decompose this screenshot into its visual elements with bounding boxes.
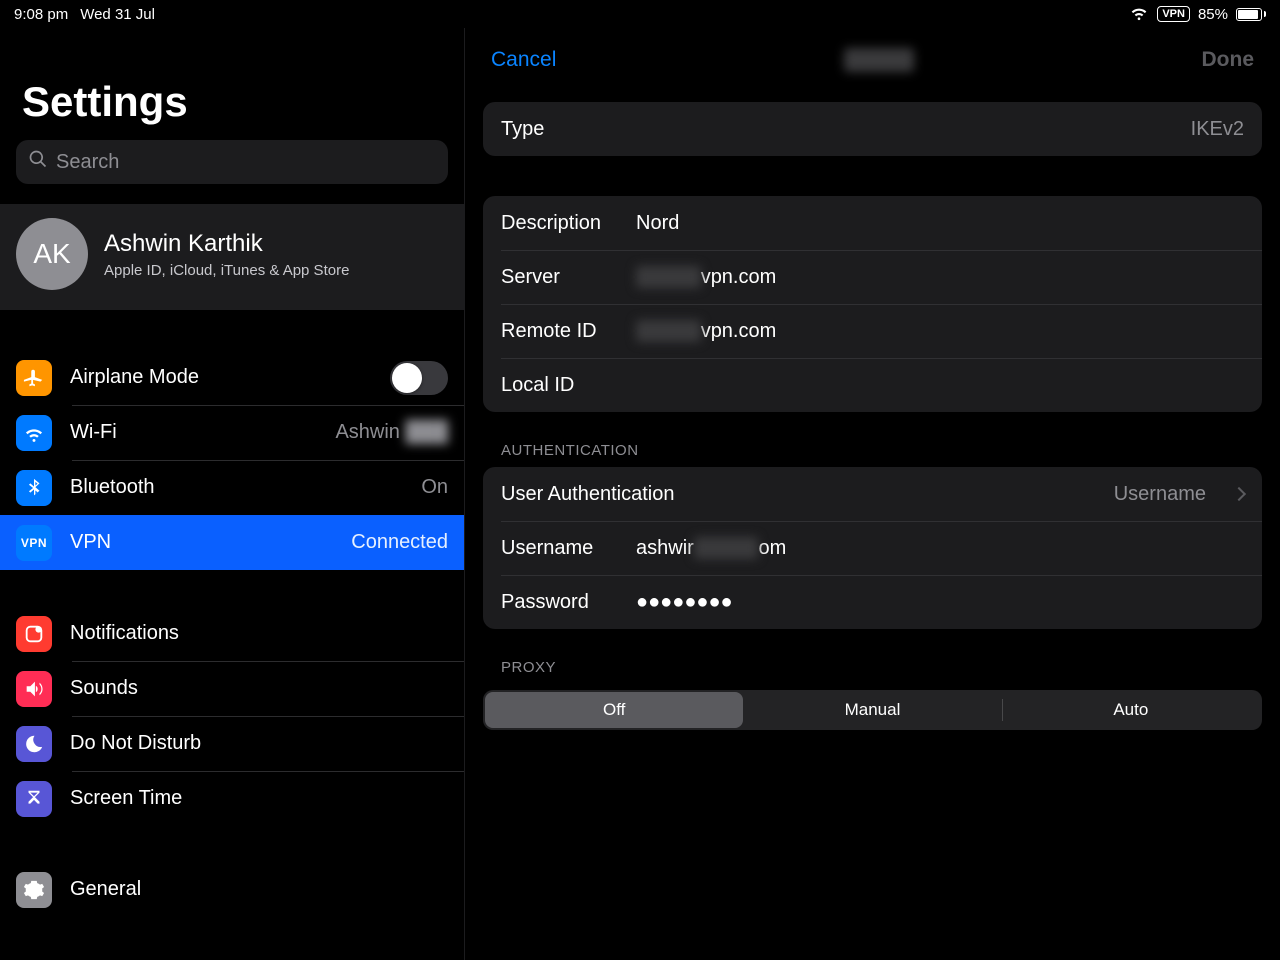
hourglass-icon — [16, 781, 52, 817]
username-row[interactable]: Username ashwir████om — [483, 521, 1262, 575]
sidebar-item-screentime[interactable]: Screen Time — [0, 771, 464, 826]
avatar: AK — [16, 218, 88, 290]
proxy-manual-button[interactable]: Manual — [743, 692, 1001, 728]
password-row[interactable]: Password ●●●●●●●● — [483, 575, 1262, 629]
remoteid-label: Remote ID — [501, 320, 616, 343]
userauth-value: Username — [1114, 483, 1206, 506]
localid-label: Local ID — [501, 374, 616, 397]
sidebar-item-wifi[interactable]: Wi-Fi Ashwin ███ — [0, 405, 464, 460]
vpn-config-panel: Cancel Done Type IKEv2 Description Nord … — [465, 28, 1280, 960]
sidebar-item-label: General — [70, 878, 448, 901]
status-date: Wed 31 Jul — [80, 6, 155, 23]
sidebar-item-label: Screen Time — [70, 787, 448, 810]
proxy-off-button[interactable]: Off — [485, 692, 743, 728]
status-time: 9:08 pm — [14, 6, 68, 23]
description-label: Description — [501, 212, 616, 235]
account-row[interactable]: AK Ashwin Karthik Apple ID, iCloud, iTun… — [0, 204, 464, 310]
sidebar-item-label: VPN — [70, 531, 333, 554]
bluetooth-icon — [16, 470, 52, 506]
userauth-label: User Authentication — [501, 483, 674, 506]
password-field[interactable]: ●●●●●●●● — [636, 591, 733, 614]
wifi-value: Ashwin ███ — [335, 421, 448, 444]
status-bar: 9:08 pm Wed 31 Jul VPN 85% — [0, 0, 1280, 28]
type-value: IKEv2 — [1191, 118, 1244, 141]
sidebar-item-label: Sounds — [70, 677, 448, 700]
sidebar-item-label: Wi-Fi — [70, 421, 317, 444]
search-input[interactable]: Search — [16, 140, 448, 184]
page-title: Settings — [0, 28, 464, 140]
sidebar-item-general[interactable]: General — [0, 862, 464, 917]
sidebar-item-dnd[interactable]: Do Not Disturb — [0, 716, 464, 771]
account-name: Ashwin Karthik — [104, 230, 349, 258]
panel-title — [844, 48, 914, 72]
battery-percent: 85% — [1198, 6, 1228, 23]
remoteid-row[interactable]: Remote ID ████vpn.com — [483, 304, 1262, 358]
sidebar-item-vpn[interactable]: VPN VPN Connected — [0, 515, 464, 570]
sounds-icon — [16, 671, 52, 707]
sidebar-item-notifications[interactable]: Notifications — [0, 606, 464, 661]
proxy-segmented[interactable]: Off Manual Auto — [483, 690, 1262, 730]
proxy-section-header: PROXY — [465, 659, 1280, 684]
airplane-toggle[interactable] — [390, 361, 448, 395]
sidebar-item-label: Airplane Mode — [70, 366, 372, 389]
battery-icon — [1236, 8, 1266, 21]
vpn-badge-icon: VPN — [1157, 6, 1190, 22]
cancel-button[interactable]: Cancel — [491, 48, 556, 72]
type-row[interactable]: Type IKEv2 — [483, 102, 1262, 156]
server-row[interactable]: Server ████vpn.com — [483, 250, 1262, 304]
server-label: Server — [501, 266, 616, 289]
bluetooth-value: On — [421, 476, 448, 499]
type-label: Type — [501, 118, 544, 141]
localid-row[interactable]: Local ID — [483, 358, 1262, 412]
username-label: Username — [501, 537, 616, 560]
userauth-row[interactable]: User Authentication Username — [483, 467, 1262, 521]
auth-section-header: AUTHENTICATION — [465, 442, 1280, 467]
sidebar-item-sounds[interactable]: Sounds — [0, 661, 464, 716]
gear-icon — [16, 872, 52, 908]
sidebar-item-label: Notifications — [70, 622, 448, 645]
remoteid-field[interactable]: ████vpn.com — [636, 320, 776, 343]
description-field[interactable]: Nord — [636, 212, 679, 235]
moon-icon — [16, 726, 52, 762]
search-placeholder: Search — [56, 151, 119, 174]
chevron-right-icon — [1232, 487, 1246, 501]
account-subtitle: Apple ID, iCloud, iTunes & App Store — [104, 262, 349, 279]
description-row[interactable]: Description Nord — [483, 196, 1262, 250]
wifi-icon — [1129, 2, 1149, 26]
search-icon — [28, 149, 48, 175]
username-field[interactable]: ashwir████om — [636, 537, 786, 560]
notifications-icon — [16, 616, 52, 652]
password-label: Password — [501, 591, 616, 614]
sidebar-item-bluetooth[interactable]: Bluetooth On — [0, 460, 464, 515]
wifi-icon — [16, 415, 52, 451]
sidebar-item-airplane[interactable]: Airplane Mode — [0, 350, 464, 405]
vpn-value: Connected — [351, 531, 448, 554]
server-field[interactable]: ████vpn.com — [636, 266, 776, 289]
proxy-auto-button[interactable]: Auto — [1002, 692, 1260, 728]
airplane-icon — [16, 360, 52, 396]
sidebar-item-label: Bluetooth — [70, 476, 403, 499]
settings-sidebar: Settings Search AK Ashwin Karthik Apple … — [0, 28, 465, 960]
done-button[interactable]: Done — [1202, 48, 1255, 72]
sidebar-item-label: Do Not Disturb — [70, 732, 448, 755]
vpn-icon: VPN — [16, 525, 52, 561]
